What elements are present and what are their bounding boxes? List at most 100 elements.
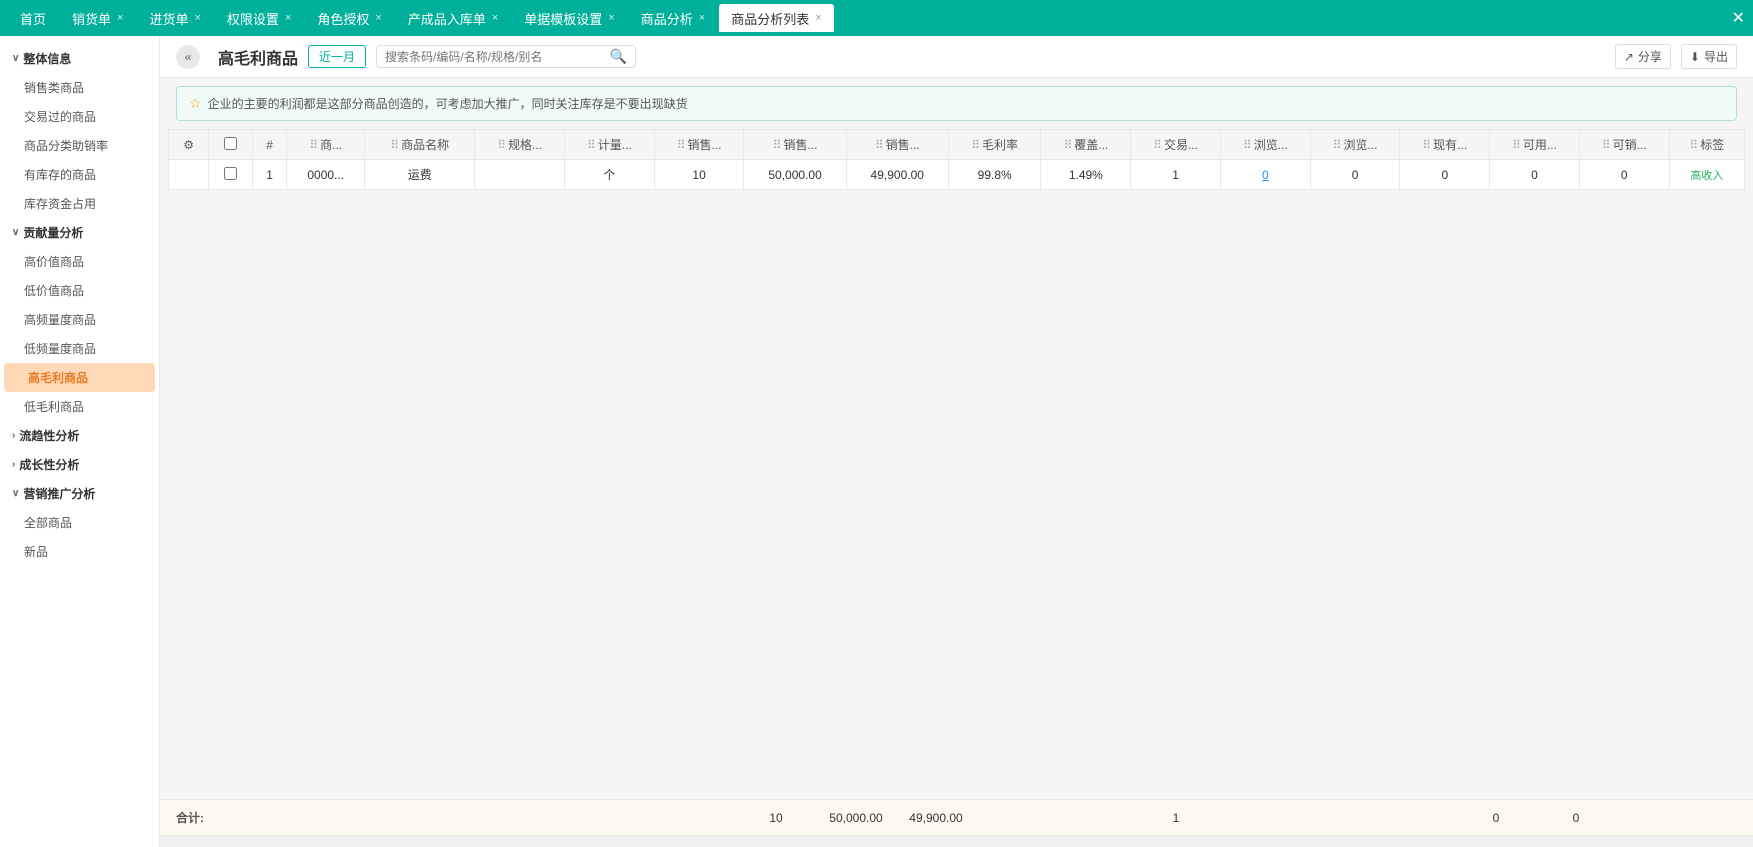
- top-navigation: 首页销货单×进货单×权限设置×角色授权×产成品入库单×单据模板设置×商品分析×商…: [0, 0, 1753, 36]
- col-header-available1[interactable]: ⠿现有...: [1400, 130, 1490, 160]
- close-tab-role[interactable]: ×: [375, 12, 381, 24]
- col-header-sales_profit[interactable]: ⠿销售...: [846, 130, 948, 160]
- nav-tab-template[interactable]: 单据模板设置×: [512, 4, 626, 32]
- nav-tab-analysis-list[interactable]: 商品分析列表×: [719, 4, 833, 32]
- close-tab-analysis[interactable]: ×: [699, 12, 705, 24]
- header-actions: ↗ 分享 ⬇ 导出: [1615, 44, 1737, 69]
- col-header-num[interactable]: #: [252, 130, 286, 160]
- content-header: « 高毛利商品 近一月 🔍 ↗ 分享 ⬇ 导出: [160, 36, 1753, 78]
- col-header-code[interactable]: ⠿商...: [287, 130, 365, 160]
- nav-tab-role[interactable]: 角色授权×: [305, 4, 393, 32]
- cell-18: 高收入: [1669, 160, 1744, 190]
- main-layout: ∨整体信息销售类商品交易过的商品商品分类助销率有库存的商品库存资金占用∨贡献量分…: [0, 36, 1753, 847]
- sidebar-item-low-value[interactable]: 低价值商品: [0, 276, 159, 305]
- col-header-saleable[interactable]: ⠿可销...: [1579, 130, 1669, 160]
- col-header-settings[interactable]: ⚙: [169, 130, 209, 160]
- table-row: 10000...运费个1050,000.0049,900.0099.8%1.49…: [169, 160, 1745, 190]
- sidebar-item-stock-goods[interactable]: 有库存的商品: [0, 160, 159, 189]
- sidebar-item-analysis-rate[interactable]: 商品分类助销率: [0, 131, 159, 160]
- cell-0: [169, 160, 209, 190]
- info-text: 企业的主要的利润都是这部分商品创造的，可考虑加大推广，同时关注库存是不要出现缺货: [208, 95, 688, 112]
- sidebar-group-marketing[interactable]: ∨营销推广分析: [0, 479, 159, 508]
- footer-label: 合计:: [176, 809, 256, 826]
- nav-tab-purchase[interactable]: 进货单×: [137, 4, 212, 32]
- col-header-cover[interactable]: ⠿覆盖...: [1041, 130, 1131, 160]
- export-button[interactable]: ⬇ 导出: [1681, 44, 1737, 69]
- sidebar-item-sales-goods[interactable]: 销售类商品: [0, 73, 159, 102]
- close-tab-analysis-list[interactable]: ×: [815, 12, 821, 24]
- arrow-icon: ›: [12, 430, 15, 441]
- cell-7: 10: [654, 160, 744, 190]
- col-header-sales_amount[interactable]: ⠿销售...: [744, 130, 846, 160]
- cell-4: 运费: [365, 160, 475, 190]
- col-header-tag[interactable]: ⠿标签: [1669, 130, 1744, 160]
- close-tab-product-in[interactable]: ×: [492, 12, 498, 24]
- window-close-button[interactable]: ✕: [1732, 8, 1745, 28]
- sidebar-item-stock-occupy[interactable]: 库存资金占用: [0, 189, 159, 218]
- search-box: 🔍: [376, 45, 636, 68]
- sidebar-item-high-freq[interactable]: 高频量度商品: [0, 305, 159, 334]
- col-header-browse2[interactable]: ⠿浏览...: [1310, 130, 1400, 160]
- cell-6: 个: [565, 160, 655, 190]
- sidebar-item-low-freq[interactable]: 低频量度商品: [0, 334, 159, 363]
- sidebar-group-overall[interactable]: ∨整体信息: [0, 44, 159, 73]
- nav-tab-home[interactable]: 首页: [8, 4, 58, 32]
- settings-icon[interactable]: ⚙: [183, 138, 194, 152]
- cell-13[interactable]: 0: [1220, 160, 1310, 190]
- sidebar-group-trend[interactable]: ›流趋性分析: [0, 421, 159, 450]
- sidebar-group-wealth[interactable]: ∨贡献量分析: [0, 218, 159, 247]
- close-tab-sales[interactable]: ×: [117, 12, 123, 24]
- page-title: 高毛利商品: [218, 45, 298, 69]
- close-tab-permission[interactable]: ×: [285, 12, 291, 24]
- date-filter-button[interactable]: 近一月: [308, 45, 366, 68]
- footer-cell-11: 1: [1136, 811, 1216, 825]
- nav-tab-sales[interactable]: 销货单×: [60, 4, 135, 32]
- search-icon[interactable]: 🔍: [610, 48, 627, 65]
- nav-tab-analysis[interactable]: 商品分析×: [629, 4, 717, 32]
- link-cell[interactable]: 0: [1262, 168, 1269, 182]
- share-button[interactable]: ↗ 分享: [1615, 44, 1671, 69]
- cell-5: [475, 160, 565, 190]
- col-header-browse1[interactable]: ⠿浏览...: [1220, 130, 1310, 160]
- footer-cell-15: 0: [1456, 811, 1536, 825]
- footer-cell-8: 49,900.00: [896, 811, 976, 825]
- sidebar-item-high-margin[interactable]: 高毛利商品: [4, 363, 155, 392]
- col-header-checkbox[interactable]: [209, 130, 253, 160]
- search-input[interactable]: [385, 50, 610, 64]
- close-tab-template[interactable]: ×: [608, 12, 614, 24]
- nav-tab-product-in[interactable]: 产成品入库单×: [396, 4, 510, 32]
- col-header-margin_rate[interactable]: ⠿毛利率: [948, 130, 1041, 160]
- sidebar-item-new-goods[interactable]: 新品: [0, 537, 159, 566]
- sidebar-item-traded-goods[interactable]: 交易过的商品: [0, 102, 159, 131]
- col-header-unit[interactable]: ⠿计量...: [565, 130, 655, 160]
- cell-3: 0000...: [287, 160, 365, 190]
- scrollbar-area[interactable]: [160, 835, 1753, 847]
- col-header-sales_qty[interactable]: ⠿销售...: [654, 130, 744, 160]
- footer-cell-6: 10: [736, 811, 816, 825]
- sidebar-group-growth[interactable]: ›成长性分析: [0, 450, 159, 479]
- sidebar-collapse-button[interactable]: «: [176, 45, 200, 69]
- arrow-icon: ∨: [12, 488, 19, 499]
- nav-tab-permission[interactable]: 权限设置×: [215, 4, 303, 32]
- close-tab-purchase[interactable]: ×: [194, 12, 200, 24]
- cell-1[interactable]: [209, 160, 253, 190]
- table-area: ⚙#⠿商...⠿商品名称⠿规格...⠿计量...⠿销售...⠿销售...⠿销售.…: [168, 129, 1745, 799]
- arrow-icon: ∨: [12, 227, 19, 238]
- row-checkbox[interactable]: [224, 167, 237, 180]
- sidebar-item-high-value[interactable]: 高价值商品: [0, 247, 159, 276]
- cell-14: 0: [1310, 160, 1400, 190]
- col-header-trade[interactable]: ⠿交易...: [1131, 130, 1221, 160]
- col-header-available2[interactable]: ⠿可用...: [1490, 130, 1580, 160]
- sidebar-item-low-margin[interactable]: 低毛利商品: [0, 392, 159, 421]
- cell-17: 0: [1579, 160, 1669, 190]
- footer-cells: 1050,000.0049,900.00100: [256, 811, 1737, 825]
- select-all-checkbox[interactable]: [224, 137, 237, 150]
- sidebar-item-all-goods[interactable]: 全部商品: [0, 508, 159, 537]
- col-header-spec[interactable]: ⠿规格...: [475, 130, 565, 160]
- sidebar: ∨整体信息销售类商品交易过的商品商品分类助销率有库存的商品库存资金占用∨贡献量分…: [0, 36, 160, 847]
- cell-10: 99.8%: [948, 160, 1041, 190]
- cell-2: 1: [252, 160, 286, 190]
- cell-11: 1.49%: [1041, 160, 1131, 190]
- col-header-name[interactable]: ⠿商品名称: [365, 130, 475, 160]
- info-banner: ☆ 企业的主要的利润都是这部分商品创造的，可考虑加大推广，同时关注库存是不要出现…: [176, 86, 1737, 121]
